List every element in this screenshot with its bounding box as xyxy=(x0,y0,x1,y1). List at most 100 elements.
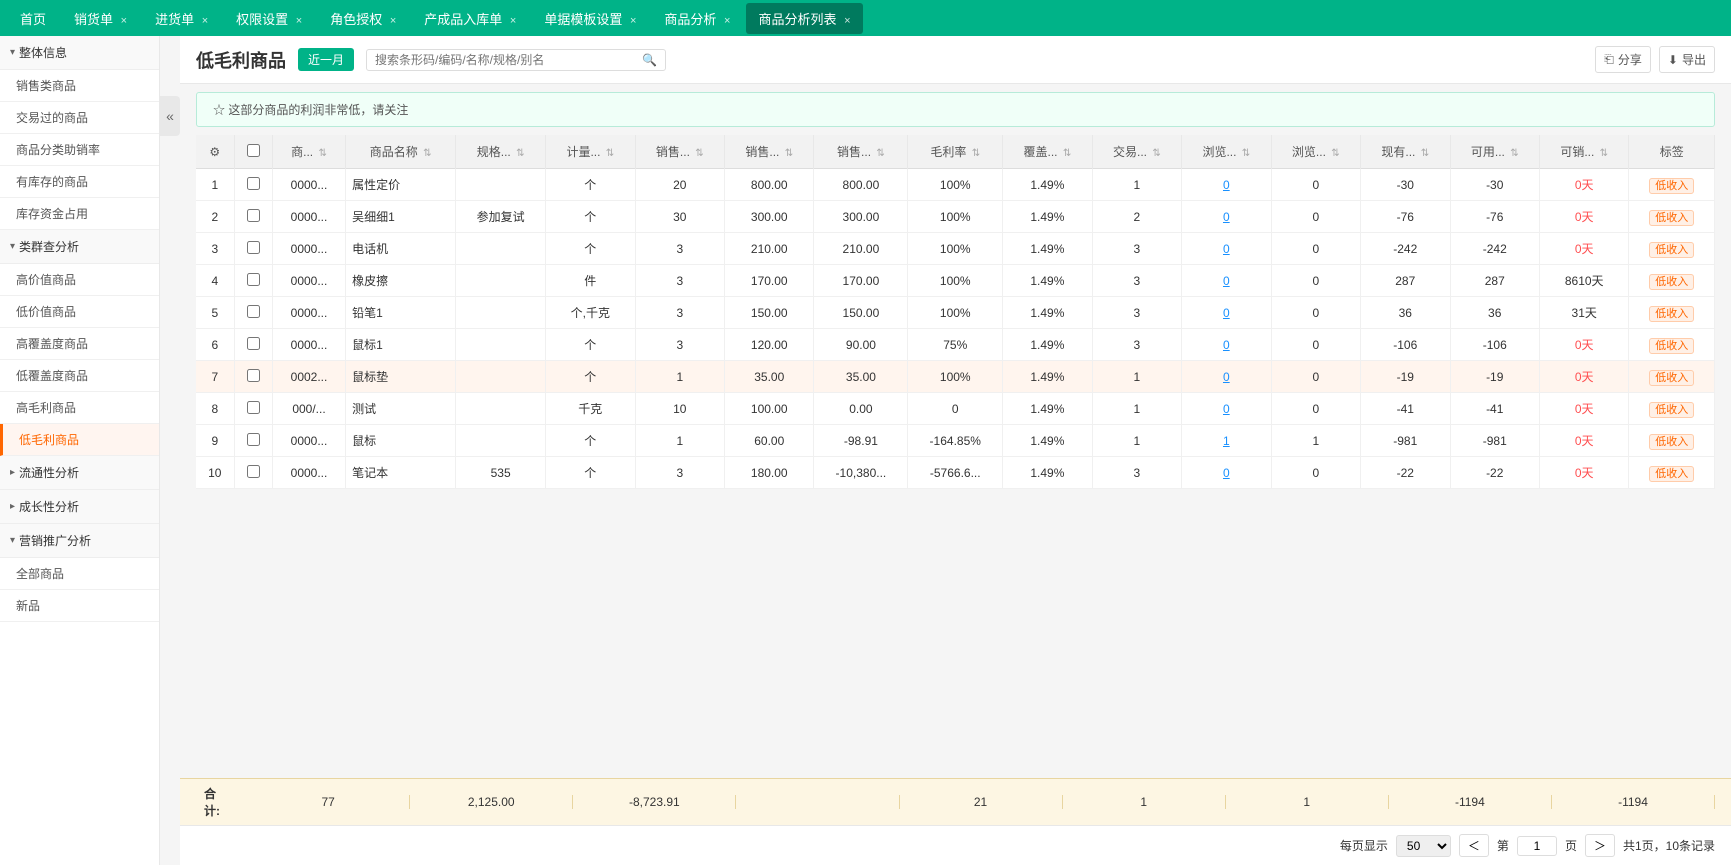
sidebar-group-cluster[interactable]: ▾ 类群查分析 xyxy=(0,230,159,264)
th-margin[interactable]: 毛利率 ⇅ xyxy=(908,135,1003,169)
nav-permission[interactable]: 权限设置 × xyxy=(224,3,314,34)
th-sales1[interactable]: 销售... ⇅ xyxy=(635,135,724,169)
th-checkbox[interactable] xyxy=(234,135,272,169)
sidebar-item-sales-products[interactable]: 销售类商品 xyxy=(0,70,159,102)
row-select-checkbox[interactable] xyxy=(247,305,260,318)
sidebar-item-high-coverage[interactable]: 高覆盖度商品 xyxy=(0,328,159,360)
nav-role-close[interactable]: × xyxy=(390,15,396,27)
nav-template-close[interactable]: × xyxy=(630,15,636,27)
sidebar-item-new-products[interactable]: 新品 xyxy=(0,590,159,622)
row-checkbox[interactable] xyxy=(234,425,272,457)
row-select-checkbox[interactable] xyxy=(247,433,260,446)
sidebar-group-marketing[interactable]: ▾ 营销推广分析 xyxy=(0,524,159,558)
row-select-checkbox[interactable] xyxy=(247,369,260,382)
browse-link[interactable]: 0 xyxy=(1223,466,1230,480)
row-select-checkbox[interactable] xyxy=(247,337,260,350)
nav-analysis-close[interactable]: × xyxy=(724,15,730,27)
sidebar-item-low-coverage[interactable]: 低覆盖度商品 xyxy=(0,360,159,392)
nav-sales-close[interactable]: × xyxy=(121,15,127,27)
nav-permission-close[interactable]: × xyxy=(296,15,302,27)
sidebar-item-traded[interactable]: 交易过的商品 xyxy=(0,102,159,134)
next-page-btn[interactable]: ＞ xyxy=(1585,834,1615,857)
th-available[interactable]: 可用... ⇅ xyxy=(1450,135,1539,169)
sidebar-item-low-value[interactable]: 低价值商品 xyxy=(0,296,159,328)
select-all-checkbox[interactable] xyxy=(247,144,260,157)
row-select-checkbox[interactable] xyxy=(247,209,260,222)
browse-link[interactable]: 0 xyxy=(1223,242,1230,256)
sidebar-group-circulation[interactable]: ▸ 流通性分析 xyxy=(0,456,159,490)
sidebar-item-high-margin[interactable]: 高毛利商品 xyxy=(0,392,159,424)
products-table: ⚙ 商... ⇅ 商品名称 ⇅ 规格... ⇅ 计量... ⇅ 销售... ⇅ … xyxy=(196,135,1715,489)
row-select-checkbox[interactable] xyxy=(247,273,260,286)
row-select-checkbox[interactable] xyxy=(247,241,260,254)
browse-link[interactable]: 0 xyxy=(1223,370,1230,384)
sidebar-item-all-products[interactable]: 全部商品 xyxy=(0,558,159,590)
filter-period-btn[interactable]: 近一月 xyxy=(298,48,354,71)
browse-link[interactable]: 0 xyxy=(1223,306,1230,320)
row-s3: 800.00 xyxy=(814,169,908,201)
sidebar-item-low-margin[interactable]: 低毛利商品 xyxy=(0,424,159,456)
browse-link[interactable]: 0 xyxy=(1223,178,1230,192)
row-checkbox[interactable] xyxy=(234,361,272,393)
sidebar-item-category-rate[interactable]: 商品分类助销率 xyxy=(0,134,159,166)
search-icon[interactable]: 🔍 xyxy=(642,53,657,67)
sidebar-item-in-stock[interactable]: 有库存的商品 xyxy=(0,166,159,198)
nav-analysis-list[interactable]: 商品分析列表 × xyxy=(746,3,862,34)
th-sales3[interactable]: 销售... ⇅ xyxy=(814,135,908,169)
sidebar-collapse-btn[interactable]: « xyxy=(160,96,180,136)
row-checkbox[interactable] xyxy=(234,265,272,297)
export-btn[interactable]: ⬇ 导出 xyxy=(1659,46,1715,73)
search-input[interactable] xyxy=(375,53,642,67)
row-checkbox[interactable] xyxy=(234,233,272,265)
th-unit[interactable]: 计量... ⇅ xyxy=(546,135,635,169)
sidebar-group-growth[interactable]: ▸ 成长性分析 xyxy=(0,490,159,524)
page-number-input[interactable] xyxy=(1517,836,1557,856)
row-checkbox[interactable] xyxy=(234,201,272,233)
th-name[interactable]: 商品名称 ⇅ xyxy=(346,135,456,169)
prev-page-btn[interactable]: ＜ xyxy=(1459,834,1489,857)
browse-link[interactable]: 0 xyxy=(1223,210,1230,224)
row-select-checkbox[interactable] xyxy=(247,177,260,190)
th-code[interactable]: 商... ⇅ xyxy=(272,135,345,169)
browse-link[interactable]: 1 xyxy=(1223,434,1230,448)
th-browse1[interactable]: 浏览... ⇅ xyxy=(1182,135,1271,169)
nav-product-in[interactable]: 产成品入库单 × xyxy=(412,3,528,34)
share-btn[interactable]: ⎗ 分享 xyxy=(1595,46,1651,73)
th-sales2[interactable]: 销售... ⇅ xyxy=(725,135,814,169)
browse-link[interactable]: 0 xyxy=(1223,402,1230,416)
nav-purchase[interactable]: 进货单 × xyxy=(143,3,220,34)
th-coverage[interactable]: 覆盖... ⇅ xyxy=(1003,135,1092,169)
th-browse2[interactable]: 浏览... ⇅ xyxy=(1271,135,1360,169)
nav-home[interactable]: 首页 xyxy=(8,3,58,34)
row-select-checkbox[interactable] xyxy=(247,401,260,414)
row-checkbox[interactable] xyxy=(234,457,272,489)
sidebar-group-growth-label: 成长性分析 xyxy=(19,498,79,515)
th-sellable[interactable]: 可销... ⇅ xyxy=(1539,135,1628,169)
nav-role[interactable]: 角色授权 × xyxy=(318,3,408,34)
th-transaction[interactable]: 交易... ⇅ xyxy=(1092,135,1181,169)
row-s5: 1.49% xyxy=(1003,169,1092,201)
row-num: 8 xyxy=(196,393,234,425)
row-select-checkbox[interactable] xyxy=(247,465,260,478)
th-current-stock[interactable]: 现有... ⇅ xyxy=(1361,135,1450,169)
nav-purchase-close[interactable]: × xyxy=(202,15,208,27)
th-spec[interactable]: 规格... ⇅ xyxy=(456,135,546,169)
sidebar-group-overall[interactable]: ▾ 整体信息 xyxy=(0,36,159,70)
row-checkbox[interactable] xyxy=(234,393,272,425)
th-tag[interactable]: 标签 xyxy=(1629,135,1715,169)
per-page-select[interactable]: 50 20 100 xyxy=(1396,835,1451,857)
browse-link[interactable]: 0 xyxy=(1223,274,1230,288)
nav-template[interactable]: 单据模板设置 × xyxy=(532,3,648,34)
nav-product-in-close[interactable]: × xyxy=(510,15,516,27)
browse-link[interactable]: 0 xyxy=(1223,338,1230,352)
row-s4: 100% xyxy=(908,297,1003,329)
nav-sales[interactable]: 销货单 × xyxy=(62,3,139,34)
nav-analysis[interactable]: 商品分析 × xyxy=(652,3,742,34)
row-checkbox[interactable] xyxy=(234,297,272,329)
row-checkbox[interactable] xyxy=(234,169,272,201)
row-checkbox[interactable] xyxy=(234,329,272,361)
sidebar-item-capital[interactable]: 库存资金占用 xyxy=(0,198,159,230)
nav-analysis-list-close[interactable]: × xyxy=(844,15,850,27)
th-settings[interactable]: ⚙ xyxy=(196,135,234,169)
sidebar-item-high-value[interactable]: 高价值商品 xyxy=(0,264,159,296)
